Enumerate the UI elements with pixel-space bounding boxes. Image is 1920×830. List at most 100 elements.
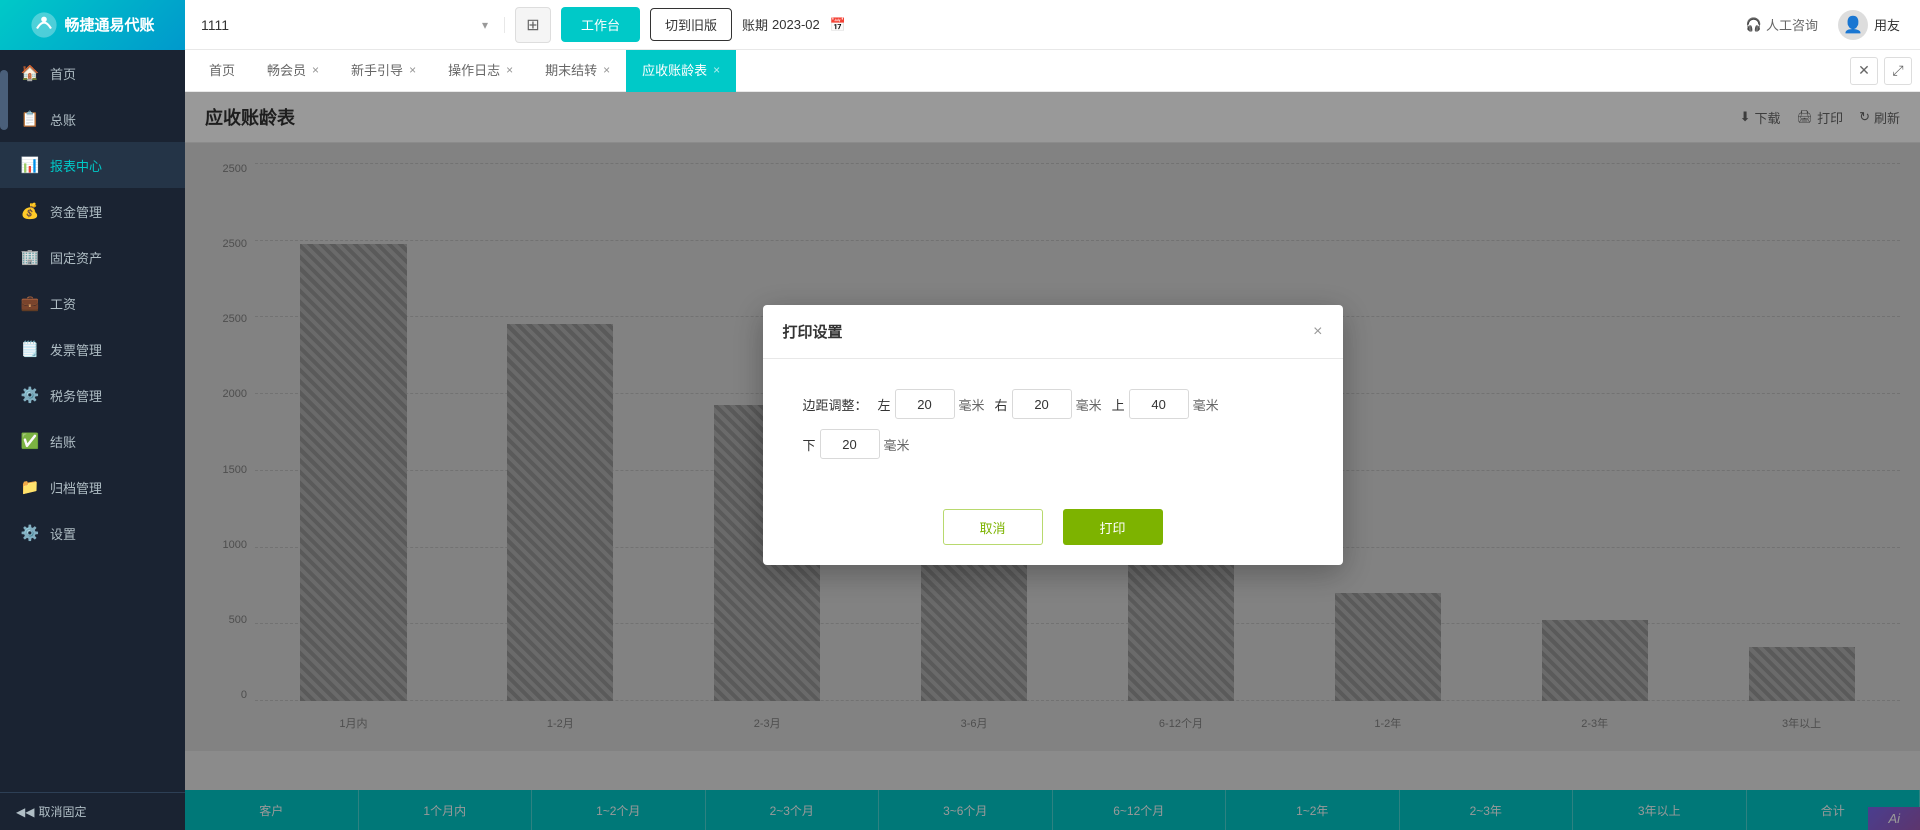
sidebar-label-payroll: 工资: [50, 294, 76, 313]
ledger-icon: 📋: [20, 109, 40, 129]
tab-guide-close[interactable]: ×: [409, 63, 416, 77]
sidebar-item-home[interactable]: 🏠 首页: [0, 50, 185, 96]
workbench-button[interactable]: 工作台: [561, 7, 640, 42]
page-content: 应收账龄表 ⬇ 下载 🖨 打印 ↻ 刷新: [185, 92, 1920, 830]
sidebar-collapse-button[interactable]: ◀◀ 取消固定: [0, 792, 185, 830]
top-header: 畅捷通易代账 1111 ▾ ⊞ 工作台 切到旧版 账期 2023-02 📅 🎧 …: [0, 0, 1920, 50]
margin-row: 边距调整： 左 毫米 右 毫米 上: [803, 389, 1303, 459]
logo-area: 畅捷通易代账: [0, 0, 185, 50]
period-value: 2023-02: [772, 17, 820, 32]
sidebar-item-archive[interactable]: 📁 归档管理: [0, 464, 185, 510]
sidebar-item-assets[interactable]: 🏢 固定资产: [0, 234, 185, 280]
sidebar-label-tax: 税务管理: [50, 386, 102, 405]
sidebar-label-settings: 设置: [50, 524, 76, 543]
left-margin-input[interactable]: [895, 389, 955, 419]
tab-log[interactable]: 操作日志 ×: [432, 50, 529, 92]
funds-icon: 💰: [20, 201, 40, 221]
tax-icon: ⚙️: [20, 385, 40, 405]
modal-close-button[interactable]: ×: [1313, 323, 1322, 341]
modal-footer: 取消 打印: [763, 489, 1343, 565]
bottom-unit: 毫米: [884, 435, 910, 454]
left-unit: 毫米: [959, 395, 985, 414]
tab-period-label: 期末结转: [545, 60, 597, 79]
sidebar-item-ledger[interactable]: 📋 总账: [0, 96, 185, 142]
tab-vip-label: 畅会员: [267, 60, 306, 79]
sidebar-item-invoices[interactable]: 🗒️ 发票管理: [0, 326, 185, 372]
home-icon: 🏠: [20, 63, 40, 83]
copy-button[interactable]: ⊞: [515, 7, 551, 43]
sidebar-item-settings[interactable]: ⚙️ 设置: [0, 510, 185, 556]
tab-close-button[interactable]: ✕: [1850, 57, 1878, 85]
margin-top-group: 上 毫米: [1112, 389, 1219, 419]
sidebar-label-ledger: 总账: [50, 110, 76, 129]
logo-text: 畅捷通易代账: [64, 14, 154, 35]
content-area: 首页 畅会员 × 新手引导 × 操作日志 × 期末结转 × 应收账龄表 ×: [185, 50, 1920, 830]
avatar: 👤: [1838, 10, 1868, 40]
left-dir-label: 左: [878, 395, 891, 414]
tab-aging-label: 应收账龄表: [642, 60, 707, 79]
tab-log-label: 操作日志: [448, 60, 500, 79]
sidebar-label-reports: 报表中心: [50, 156, 102, 175]
sidebar-scroll: 🏠 首页 📋 总账 📊 报表中心 💰 资金管理 🏢 固定资产 💼 工资: [0, 50, 185, 792]
logo-icon: [30, 11, 58, 39]
print-settings-modal: 打印设置 × 边距调整： 左 毫米 右 毫米: [763, 305, 1343, 565]
bottom-dir-label: 下: [803, 435, 816, 454]
tab-log-close[interactable]: ×: [506, 63, 513, 77]
tabs-actions: ✕ ⤢: [1850, 57, 1912, 85]
company-selector[interactable]: 1111 ▾: [185, 17, 505, 33]
period-area: 账期 2023-02 📅: [742, 15, 846, 34]
margin-bottom-group: 下 毫米: [803, 429, 910, 459]
main-layout: 🏠 首页 📋 总账 📊 报表中心 💰 资金管理 🏢 固定资产 💼 工资: [0, 50, 1920, 830]
tab-home[interactable]: 首页: [193, 50, 251, 92]
sidebar-label-home: 首页: [50, 64, 76, 83]
margin-left-group: 左 毫米: [878, 389, 985, 419]
user-area[interactable]: 👤 用友: [1838, 10, 1900, 40]
sidebar-label-archive: 归档管理: [50, 478, 102, 497]
sidebar-item-close[interactable]: ✅ 结账: [0, 418, 185, 464]
top-margin-input[interactable]: [1129, 389, 1189, 419]
tab-aging[interactable]: 应收账龄表 ×: [626, 50, 736, 92]
right-dir-label: 右: [995, 395, 1008, 414]
payroll-icon: 💼: [20, 293, 40, 313]
chevron-down-icon: ▾: [482, 18, 488, 32]
tab-vip-close[interactable]: ×: [312, 63, 319, 77]
bottom-margin-input[interactable]: [820, 429, 880, 459]
modal-title: 打印设置: [783, 321, 843, 342]
sidebar-item-payroll[interactable]: 💼 工资: [0, 280, 185, 326]
pin-icon: ◀◀: [16, 805, 34, 819]
tab-vip[interactable]: 畅会员 ×: [251, 50, 335, 92]
print-confirm-button[interactable]: 打印: [1063, 509, 1163, 545]
modal-body: 边距调整： 左 毫米 右 毫米 上: [763, 359, 1343, 489]
tab-aging-close[interactable]: ×: [713, 63, 720, 77]
sidebar-label-invoices: 发票管理: [50, 340, 102, 359]
sidebar-item-tax[interactable]: ⚙️ 税务管理: [0, 372, 185, 418]
user-label: 用友: [1874, 15, 1900, 34]
tab-period[interactable]: 期末结转 ×: [529, 50, 626, 92]
old-version-button[interactable]: 切到旧版: [650, 8, 732, 41]
sidebar-label-assets: 固定资产: [50, 248, 102, 267]
sidebar-label-funds: 资金管理: [50, 202, 102, 221]
header-right: 🎧 人工咨询 👤 用友: [1746, 10, 1920, 40]
cancel-button[interactable]: 取消: [943, 509, 1043, 545]
headset-icon: 🎧: [1746, 17, 1762, 33]
reports-icon: 📊: [20, 155, 40, 175]
right-margin-input[interactable]: [1012, 389, 1072, 419]
assets-icon: 🏢: [20, 247, 40, 267]
invoices-icon: 🗒️: [20, 339, 40, 359]
scroll-thumb: [0, 70, 8, 130]
calendar-icon[interactable]: 📅: [830, 17, 846, 33]
sidebar-item-reports[interactable]: 📊 报表中心: [0, 142, 185, 188]
consult-label: 人工咨询: [1766, 15, 1818, 34]
right-unit: 毫米: [1076, 395, 1102, 414]
sidebar-item-funds[interactable]: 💰 资金管理: [0, 188, 185, 234]
tab-guide[interactable]: 新手引导 ×: [335, 50, 432, 92]
consult-button[interactable]: 🎧 人工咨询: [1746, 15, 1818, 34]
tab-maximize-button[interactable]: ⤢: [1884, 57, 1912, 85]
margin-label: 边距调整：: [803, 395, 868, 414]
tab-period-close[interactable]: ×: [603, 63, 610, 77]
collapse-label: 取消固定: [38, 803, 86, 820]
period-label: 账期: [742, 15, 768, 34]
tab-guide-label: 新手引导: [351, 60, 403, 79]
archive-icon: 📁: [20, 477, 40, 497]
modal-header: 打印设置 ×: [763, 305, 1343, 359]
